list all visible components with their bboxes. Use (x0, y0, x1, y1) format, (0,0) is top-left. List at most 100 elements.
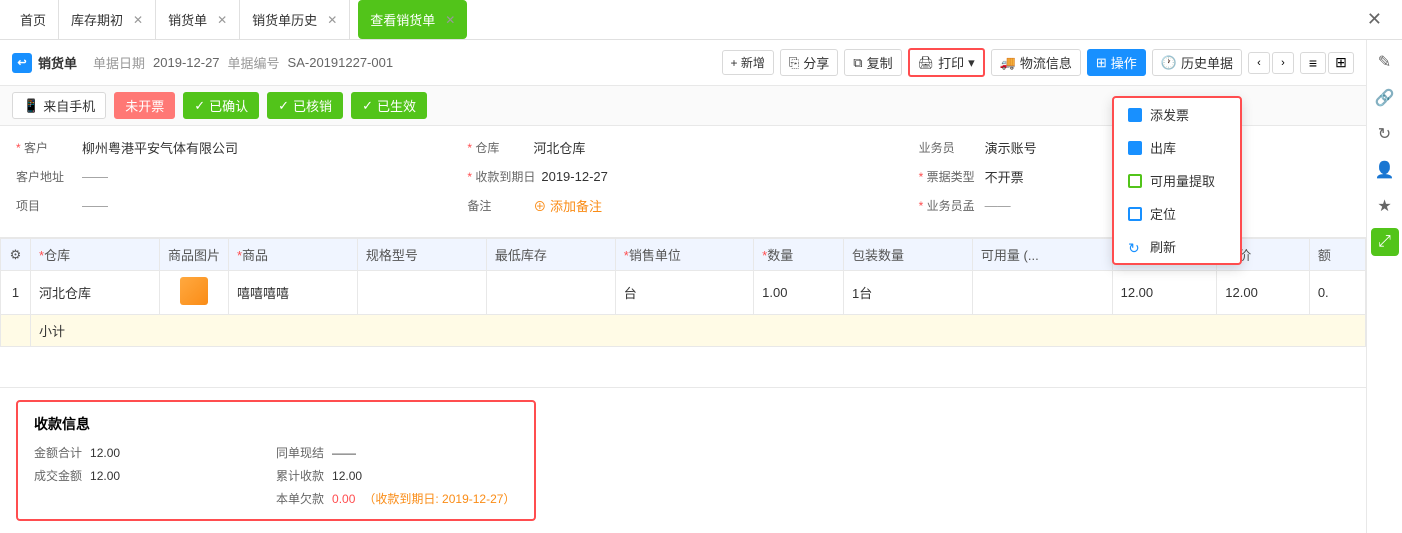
row-product-img (159, 271, 228, 315)
th-sales-unit: *销售单位 (615, 239, 753, 271)
tab-home[interactable]: 首页 (8, 0, 59, 39)
total-row: 金额合计 12.00 (34, 444, 276, 461)
subtotal-row: 小计 (1, 315, 1366, 347)
sidebar-user-icon[interactable]: 👤 (1371, 156, 1399, 184)
share-button[interactable]: ⎘ 分享 (780, 49, 838, 76)
sales-value: —— (985, 198, 1011, 213)
row-amount: 0. (1309, 271, 1365, 315)
sidebar-star-icon[interactable]: ★ (1371, 192, 1399, 220)
staff-label: 业务员 (919, 139, 979, 156)
th-quantity: *数量 (754, 239, 844, 271)
date-label: 单据日期 (93, 53, 145, 72)
due-note: （收款到期日: 2019-12-27） (363, 490, 515, 507)
th-available: 可用量 (... (972, 239, 1112, 271)
settlement-row: 同单现结 —— (276, 444, 518, 461)
th-min-stock: 最低库存 (486, 239, 615, 271)
add-note-btn[interactable]: ⊕ 添加备注 (533, 196, 602, 215)
bottom-info: 收款信息 金额合计 12.00 同单现结 —— 成交金额 12.00 (0, 388, 1366, 533)
sidebar-expand-icon[interactable]: ⤢ (1371, 228, 1399, 256)
logistics-button[interactable]: 🚚 物流信息 (991, 49, 1081, 76)
print-button[interactable]: 🖨 打印 ▾ (908, 48, 985, 77)
row-seq: 1 (1, 271, 31, 315)
customer-field: 客户 柳州粤港平安气体有限公司 (16, 138, 447, 157)
dropdown-add-invoice[interactable]: 添发票 (1114, 98, 1240, 131)
new-button[interactable]: + 新增 (722, 50, 774, 75)
balance-row: 本单欠款 0.00 （收款到期日: 2019-12-27） (276, 490, 518, 507)
doc-title-text: 销货单 (38, 53, 77, 72)
th-product: *商品 (228, 239, 357, 271)
tab-view-sales-order[interactable]: 查看销货单 ✕ (358, 0, 467, 39)
customer-value: 柳州粤港平安气体有限公司 (82, 138, 238, 157)
project-field: 项目 —— (16, 197, 447, 214)
history-button[interactable]: 🕐 历史单据 (1152, 49, 1242, 76)
dropdown-available-qty[interactable]: 可用量提取 (1114, 164, 1240, 197)
address-value: —— (82, 169, 108, 184)
grid-view-btn[interactable]: ⊞ (1328, 52, 1354, 74)
close-view[interactable]: ✕ (445, 13, 455, 27)
operations-icon: ⊞ (1096, 55, 1107, 71)
print-dropdown-icon: ▾ (968, 55, 975, 71)
confirm-button[interactable]: ✓ 已确认 (183, 92, 259, 119)
outbound-icon (1128, 141, 1142, 155)
due-date-field: 收款到期日 2019-12-27 (467, 168, 898, 185)
nav-next[interactable]: › (1272, 52, 1294, 74)
project-value: —— (82, 198, 108, 213)
not-open-button[interactable]: 未开票 (114, 92, 175, 119)
total-value: 12.00 (90, 446, 120, 460)
ticket-label: 票据类型 (919, 168, 979, 185)
sidebar-edit-icon[interactable]: ✎ (1371, 48, 1399, 76)
warehouse-field: 仓库 河北仓库 (467, 138, 898, 157)
table-row: 1 河北仓库 嘻嘻嘻嘻 台 1.00 1台 12.00 12.00 (1, 271, 1366, 315)
th-warehouse: *仓库 (31, 239, 160, 271)
close-sales-order[interactable]: ✕ (217, 13, 227, 27)
row-min-stock (486, 271, 615, 315)
dropdown-locate[interactable]: 定位 (1114, 197, 1240, 230)
effective-button[interactable]: ✓ 已生效 (351, 92, 427, 119)
operations-button[interactable]: ⊞ 操作 (1087, 49, 1146, 76)
dropdown-outbound[interactable]: 出库 (1114, 131, 1240, 164)
cumulative-row: 累计收款 12.00 (276, 467, 518, 484)
window-close-button[interactable]: ✕ (1355, 9, 1394, 30)
product-thumbnail (180, 277, 208, 305)
dropdown-refresh[interactable]: ↻ 刷新 (1114, 230, 1240, 263)
tab-sales-order-history[interactable]: 销货单历史 ✕ (240, 0, 350, 39)
settlement-value: —— (332, 446, 356, 460)
from-phone-button[interactable]: 📱 来自手机 (12, 92, 106, 119)
list-view-btn[interactable]: ≡ (1300, 52, 1326, 74)
payment-info-title: 收款信息 (34, 414, 518, 434)
plus-icon: ⊕ (533, 199, 550, 214)
tab-sales-order[interactable]: 销货单 ✕ (156, 0, 240, 39)
staff-value: 演示账号 (985, 138, 1037, 157)
doc-meta: 单据日期 2019-12-27 单据编号 SA-20191227-001 (93, 53, 393, 72)
row-product: 嘻嘻嘻嘻 (228, 271, 357, 315)
cumulative-value: 12.00 (332, 469, 362, 483)
effective-icon: ✓ (362, 98, 373, 114)
close-inventory-init[interactable]: ✕ (133, 13, 143, 27)
total-label: 金额合计 (34, 444, 82, 461)
sidebar-refresh-icon[interactable]: ↻ (1371, 120, 1399, 148)
th-pack-qty: 包装数量 (843, 239, 972, 271)
cancelled-button[interactable]: ✓ 已核销 (267, 92, 343, 119)
check-icon: ✓ (194, 98, 205, 114)
th-product-img: 商品图片 (159, 239, 228, 271)
transaction-value: 12.00 (90, 469, 120, 483)
tab-inventory-init[interactable]: 库存期初 ✕ (59, 0, 156, 39)
subtotal-label (1, 315, 31, 347)
copy-button[interactable]: ⧉ 复制 (844, 49, 901, 76)
operations-dropdown: 添发票 出库 可用量提取 定位 ↻ 刷新 (1112, 96, 1242, 265)
sales-label: 业务员孟 (919, 197, 979, 214)
refresh-icon: ↻ (1128, 240, 1142, 254)
warehouse-value: 河北仓库 (533, 138, 585, 157)
view-toggle: ≡ ⊞ (1300, 52, 1354, 74)
balance-value: 0.00 (332, 492, 355, 506)
th-amount: 额 (1309, 239, 1365, 271)
note-field: 备注 ⊕ 添加备注 (467, 196, 898, 215)
sidebar-link-icon[interactable]: 🔗 (1371, 84, 1399, 112)
th-gear[interactable]: ⚙ (1, 239, 31, 271)
customer-label: 客户 (16, 139, 76, 156)
nav-prev[interactable]: ‹ (1248, 52, 1270, 74)
close-history[interactable]: ✕ (327, 13, 337, 27)
print-icon: 🖨 (918, 55, 935, 71)
locate-icon (1128, 207, 1142, 221)
number-value: SA-20191227-001 (288, 55, 394, 70)
